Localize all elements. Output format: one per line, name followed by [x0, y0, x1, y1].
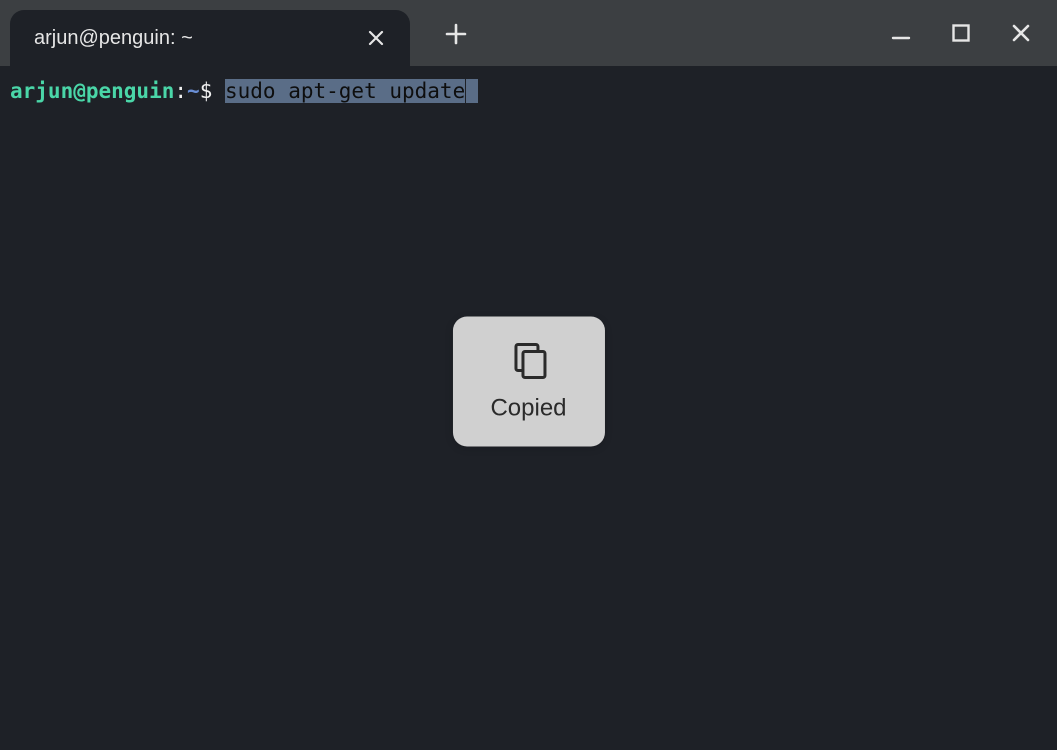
tab-terminal[interactable]: arjun@penguin: ~	[10, 10, 410, 66]
prompt-path: ~	[187, 79, 200, 103]
new-tab-button[interactable]	[438, 16, 474, 52]
cursor-icon	[466, 79, 478, 103]
prompt-symbol: $	[200, 79, 213, 103]
prompt-user-host: arjun@penguin	[10, 79, 174, 103]
terminal-body[interactable]: arjun@penguin:~$ sudo apt-get update	[0, 66, 1057, 117]
prompt-colon: :	[174, 79, 187, 103]
copy-icon	[507, 339, 551, 383]
window-controls	[885, 0, 1057, 66]
copied-toast: Copied	[452, 317, 604, 447]
close-tab-icon[interactable]	[362, 24, 390, 52]
tab-title: arjun@penguin: ~	[34, 27, 193, 50]
close-window-button[interactable]	[1005, 17, 1037, 49]
toast-label: Copied	[490, 395, 566, 423]
selected-command-text: sudo apt-get update	[225, 79, 465, 103]
maximize-button[interactable]	[945, 17, 977, 49]
minimize-button[interactable]	[885, 17, 917, 49]
title-bar: arjun@penguin: ~	[0, 0, 1057, 66]
